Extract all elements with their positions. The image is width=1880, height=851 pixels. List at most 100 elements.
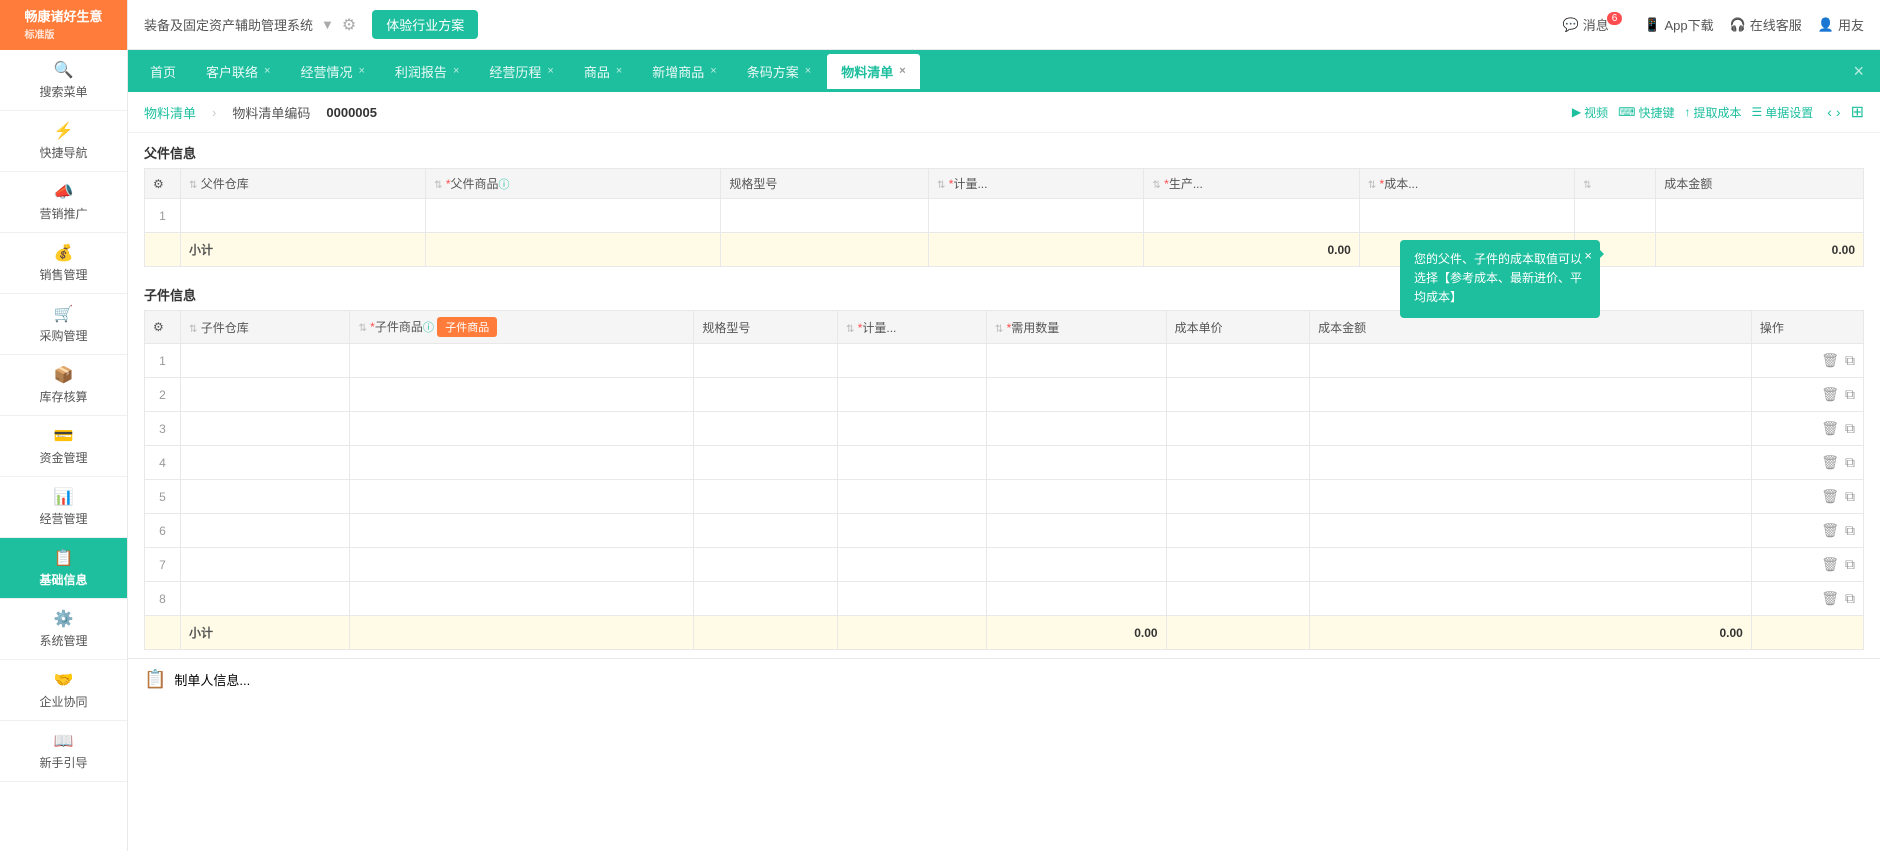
delete-icon[interactable]: 🗑 [1821, 522, 1839, 539]
system-name: 装备及固定资产辅助管理系统 [144, 15, 313, 34]
sidebar-item-quick-nav[interactable]: ⚡ 快捷导航 [0, 111, 127, 172]
delete-icon[interactable]: 🗑 [1821, 386, 1839, 403]
tab-bom[interactable]: 物料清单 × [827, 54, 919, 89]
copy-icon[interactable]: ⧉ [1845, 522, 1855, 539]
tooltip-close[interactable]: × [1584, 246, 1592, 267]
user-item[interactable]: 👤 用友 [1818, 15, 1864, 34]
sidebar-item-inventory[interactable]: 📦 库存核算 [0, 355, 127, 416]
parent-cost-cell[interactable] [1359, 199, 1574, 233]
child-unit-2[interactable] [837, 378, 986, 412]
child-product-1[interactable] [350, 344, 694, 378]
copy-icon[interactable]: ⧉ [1845, 556, 1855, 573]
sidebar-item-marketing[interactable]: 📣 营销推广 [0, 172, 127, 233]
play-icon: ▶ [1572, 105, 1581, 119]
tab-customers-close[interactable]: × [264, 65, 270, 77]
trial-button[interactable]: 体验行业方案 [372, 10, 478, 39]
breadcrumb-list[interactable]: 物料清单 [144, 103, 196, 122]
tab-products-close[interactable]: × [616, 65, 622, 77]
scan-input-button[interactable]: 子件商品 [437, 317, 497, 337]
delete-icon[interactable]: 🗑 [1821, 352, 1839, 369]
copy-icon[interactable]: ⧉ [1845, 454, 1855, 471]
tab-barcode-close[interactable]: × [805, 65, 811, 77]
tab-profit-close[interactable]: × [453, 65, 459, 77]
sidebar-item-label: 经营管理 [39, 510, 87, 527]
child-unit-cost-1[interactable] [1166, 344, 1310, 378]
tab-history[interactable]: 经营历程 × [475, 54, 567, 89]
tab-operations-status-close[interactable]: × [358, 65, 364, 77]
tab-new-product-close[interactable]: × [710, 65, 716, 77]
child-qty-1[interactable] [986, 344, 1166, 378]
delete-icon[interactable]: 🗑 [1821, 590, 1839, 607]
sidebar-item-system[interactable]: ⚙️ 系统管理 [0, 599, 127, 660]
copy-icon[interactable]: ⧉ [1845, 352, 1855, 369]
parent-warehouse-cell[interactable] [181, 199, 426, 233]
settings-icon[interactable]: ⚙ [342, 15, 356, 35]
sidebar-item-basic-info[interactable]: 📋 基础信息 [0, 538, 127, 599]
delete-icon[interactable]: 🗑 [1821, 454, 1839, 471]
grid-view-icon[interactable]: ⊞ [1851, 102, 1864, 122]
parent-production-cell[interactable] [1144, 199, 1359, 233]
child-unit-cost-2[interactable] [1166, 378, 1310, 412]
child-qty-2[interactable] [986, 378, 1166, 412]
online-service-item[interactable]: 🎧 在线客服 [1730, 15, 1802, 34]
delete-icon[interactable]: 🗑 [1821, 556, 1839, 573]
sidebar-item-guide[interactable]: 📖 新手引导 [0, 721, 127, 782]
parent-product-cell[interactable] [426, 199, 721, 233]
tab-barcode[interactable]: 条码方案 × [733, 54, 825, 89]
single-settings-action[interactable]: ☰ 单据设置 [1751, 104, 1813, 121]
child-section: 子件信息 ⚙ ⇅ 子件仓库 ⇅ *子件商品ⓘ 子件商品 [128, 275, 1880, 658]
sidebar-item-sales[interactable]: 💰 销售管理 [0, 233, 127, 294]
sidebar-item-label: 新手引导 [39, 754, 87, 771]
shortcut-action[interactable]: ⌨ 快捷键 [1618, 104, 1674, 121]
extract-cost-action[interactable]: ↑ 提取成本 [1684, 104, 1741, 121]
tab-products[interactable]: 商品 × [570, 54, 636, 89]
parent-spec-cell[interactable] [721, 199, 929, 233]
th-child-settings[interactable]: ⚙ [145, 311, 181, 344]
parent-unit-total: 0.00 [1144, 233, 1359, 267]
view-video-action[interactable]: ▶ 视频 [1572, 104, 1608, 121]
child-warehouse-1[interactable] [181, 344, 350, 378]
cost-tooltip: × 您的父件、子件的成本取值可以选择【参考成本、最新进价、平均成本】 [1400, 240, 1600, 318]
child-spec-1[interactable] [694, 344, 838, 378]
nav-prev-icon[interactable]: ‹ [1827, 104, 1832, 120]
parent-unit-cell[interactable] [929, 199, 1144, 233]
tab-operations-status[interactable]: 经营情况 × [286, 54, 378, 89]
app-logo: 畅康诸好生意 标准版 [0, 0, 127, 50]
delete-icon[interactable]: 🗑 [1821, 420, 1839, 437]
child-product-2[interactable] [350, 378, 694, 412]
nav-next-icon[interactable]: › [1836, 104, 1841, 120]
tab-profit[interactable]: 利润报告 × [381, 54, 473, 89]
close-all-tabs[interactable]: × [1845, 61, 1872, 82]
delete-icon[interactable]: 🗑 [1821, 488, 1839, 505]
copy-icon[interactable]: ⧉ [1845, 420, 1855, 437]
app-download-item[interactable]: 📱 App下载 [1644, 15, 1713, 34]
th-parent-settings[interactable]: ⚙ [145, 169, 181, 199]
sidebar-item-collab[interactable]: 🤝 企业协同 [0, 660, 127, 721]
tab-customers-label: 客户联络 [206, 62, 258, 81]
message-item[interactable]: 💬 消息 6 [1563, 15, 1629, 34]
tab-customers[interactable]: 客户联络 × [192, 54, 284, 89]
sidebar-item-label: 系统管理 [39, 632, 87, 649]
copy-icon[interactable]: ⧉ [1845, 590, 1855, 607]
sidebar-item-finance[interactable]: 💳 资金管理 [0, 416, 127, 477]
sidebar-item-operations[interactable]: 📊 经营管理 [0, 477, 127, 538]
child-unit-1[interactable] [837, 344, 986, 378]
copy-icon[interactable]: ⧉ [1845, 386, 1855, 403]
child-warehouse-2[interactable] [181, 378, 350, 412]
sidebar-item-search[interactable]: 🔍 搜索菜单 [0, 50, 127, 111]
tab-bom-close[interactable]: × [899, 65, 905, 77]
tab-new-product[interactable]: 新增商品 × [638, 54, 730, 89]
dropdown-arrow-icon[interactable]: ▼ [321, 17, 334, 32]
sidebar-item-label: 营销推广 [39, 205, 87, 222]
search-icon: 🔍 [54, 60, 74, 80]
tab-history-close[interactable]: × [547, 65, 553, 77]
th-child-spec: 规格型号 [694, 311, 838, 344]
tab-new-product-label: 新增商品 [652, 62, 704, 81]
parent-sort-cell[interactable] [1575, 199, 1656, 233]
lightning-icon: ⚡ [54, 121, 74, 141]
sidebar-item-purchase[interactable]: 🛒 采购管理 [0, 294, 127, 355]
child-spec-2[interactable] [694, 378, 838, 412]
parent-subtotal-label: 小计 [181, 233, 426, 267]
tab-home[interactable]: 首页 [136, 54, 190, 89]
copy-icon[interactable]: ⧉ [1845, 488, 1855, 505]
